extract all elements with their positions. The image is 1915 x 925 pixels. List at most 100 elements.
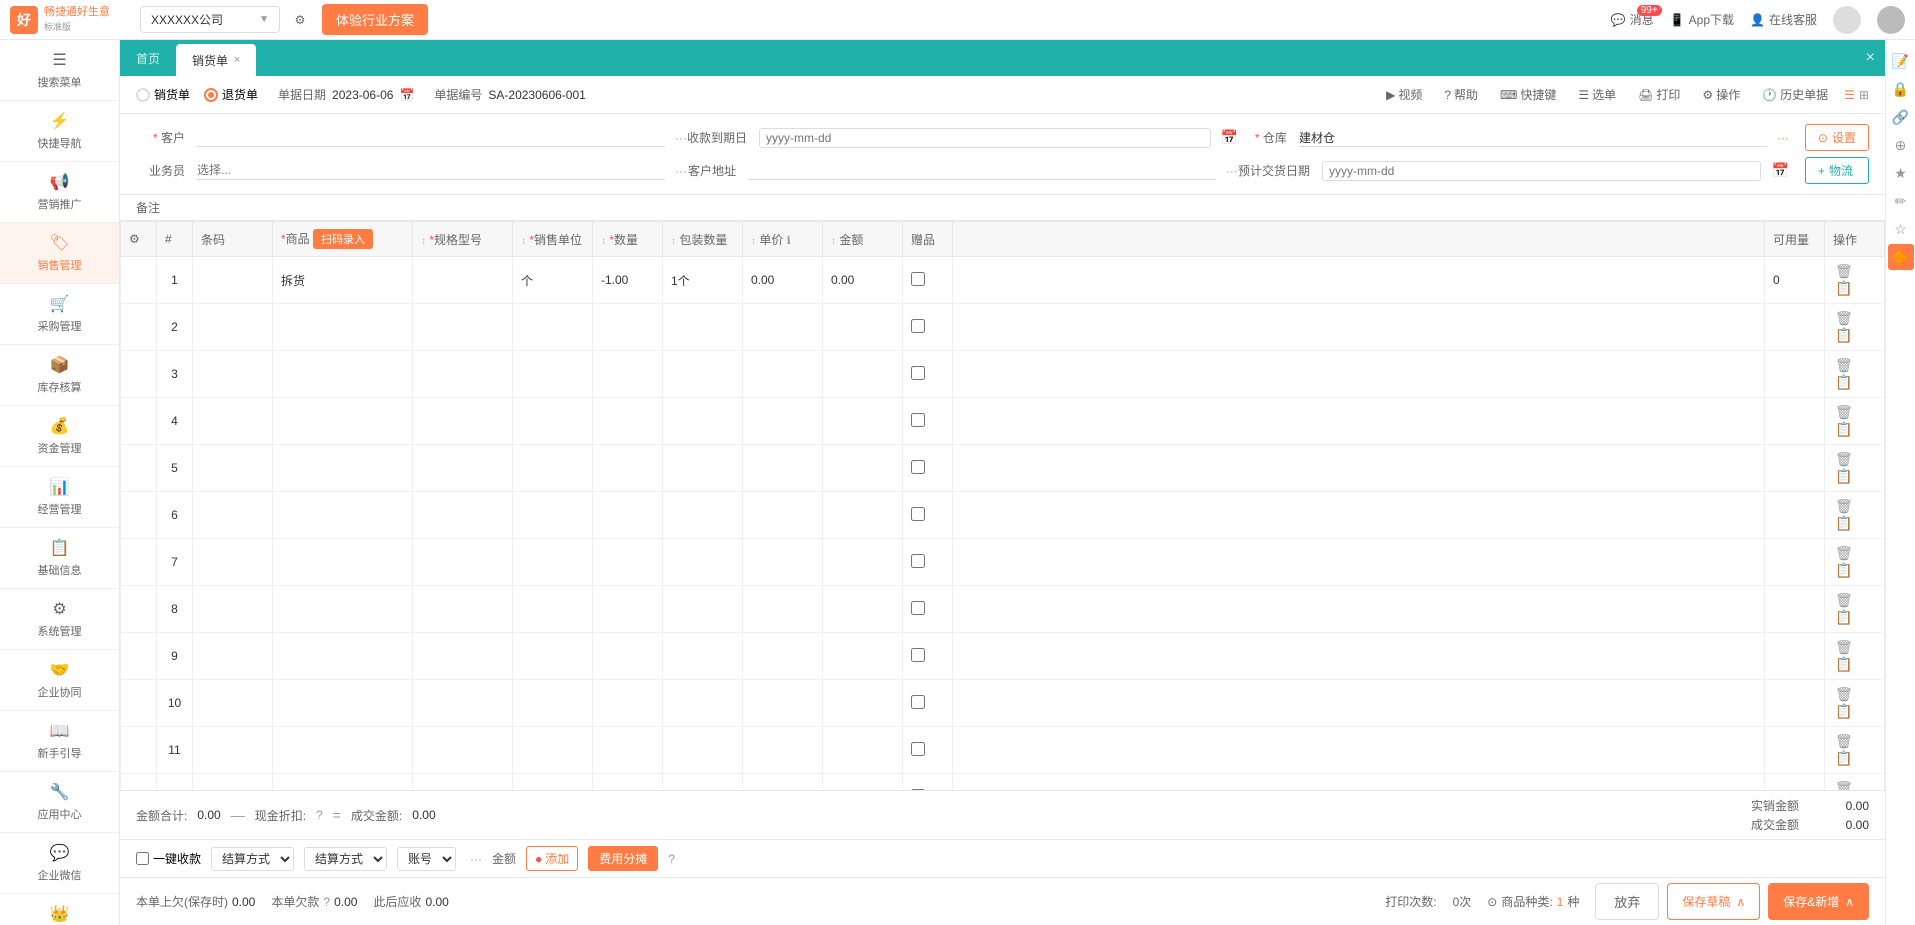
row-product-cell[interactable] xyxy=(273,492,413,539)
print-btn[interactable]: 🖨 打印 xyxy=(1632,84,1686,105)
delete-row-btn[interactable]: 🗑 xyxy=(1835,357,1853,373)
right-panel-note-icon[interactable]: 📝 xyxy=(1888,48,1914,74)
row-amount-cell[interactable] xyxy=(823,586,903,633)
row-gift-cell[interactable] xyxy=(903,492,953,539)
row-amount-cell[interactable]: 0.00 xyxy=(823,257,903,304)
row-packqty-cell[interactable] xyxy=(663,680,743,727)
sidebar-item-system[interactable]: ⚙ 系统管理 xyxy=(0,589,119,650)
row-gift-cell[interactable] xyxy=(903,257,953,304)
row-qty-cell[interactable] xyxy=(593,304,663,351)
gift-checkbox[interactable] xyxy=(911,507,925,521)
row-product-cell[interactable] xyxy=(273,351,413,398)
unit-sort-icon[interactable]: ↕ xyxy=(521,236,526,247)
row-amount-cell[interactable] xyxy=(823,539,903,586)
row-packqty-cell[interactable] xyxy=(663,445,743,492)
row-price-cell[interactable] xyxy=(743,633,823,680)
row-gift-cell[interactable] xyxy=(903,304,953,351)
delete-row-btn[interactable]: 🗑 xyxy=(1835,592,1853,608)
right-panel-lock-icon[interactable]: 🔒 xyxy=(1888,76,1914,102)
copy-row-btn[interactable]: 📋 xyxy=(1835,468,1852,484)
gift-checkbox[interactable] xyxy=(911,601,925,615)
radio-return-order[interactable]: 退货单 xyxy=(204,86,258,103)
row-packqty-cell[interactable] xyxy=(663,492,743,539)
row-price-cell[interactable] xyxy=(743,586,823,633)
row-amount-cell[interactable] xyxy=(823,774,903,791)
row-price-cell[interactable] xyxy=(743,351,823,398)
row-barcode-cell[interactable] xyxy=(193,398,273,445)
delete-row-btn[interactable]: 🗑 xyxy=(1835,310,1853,326)
copy-row-btn[interactable]: 📋 xyxy=(1835,656,1852,672)
sidebar-item-enterprise[interactable]: 🤝 企业协同 xyxy=(0,650,119,711)
gift-checkbox[interactable] xyxy=(911,742,925,756)
gift-checkbox[interactable] xyxy=(911,695,925,709)
row-barcode-cell[interactable] xyxy=(193,633,273,680)
copy-row-btn[interactable]: 📋 xyxy=(1835,280,1852,296)
fee-split-btn[interactable]: 费用分摊 xyxy=(588,846,658,871)
row-product-cell[interactable] xyxy=(273,633,413,680)
receivable-date-input[interactable] xyxy=(759,128,1211,148)
row-amount-cell[interactable] xyxy=(823,492,903,539)
user-avatar-2[interactable] xyxy=(1877,6,1905,34)
radio-sales-order[interactable]: 销货单 xyxy=(136,86,190,103)
total-owe-info-icon[interactable]: ? xyxy=(323,895,330,909)
row-barcode-cell[interactable] xyxy=(193,351,273,398)
layout-list-icon[interactable]: ☰ xyxy=(1844,88,1855,102)
row-barcode-cell[interactable] xyxy=(193,257,273,304)
sidebar-item-quick-nav[interactable]: ⚡ 快捷导航 xyxy=(0,101,119,162)
row-spec-cell[interactable] xyxy=(413,633,513,680)
row-amount-cell[interactable] xyxy=(823,398,903,445)
row-spec-cell[interactable] xyxy=(413,257,513,304)
row-price-cell[interactable] xyxy=(743,680,823,727)
row-spec-cell[interactable] xyxy=(413,539,513,586)
row-amount-cell[interactable] xyxy=(823,727,903,774)
qty-sort-icon[interactable]: ↕ xyxy=(601,236,606,247)
gift-checkbox[interactable] xyxy=(911,272,925,286)
row-packqty-cell[interactable]: 1个 xyxy=(663,257,743,304)
sidebar-item-search[interactable]: ☰ 搜索菜单 xyxy=(0,40,119,101)
row-packqty-cell[interactable] xyxy=(663,351,743,398)
row-amount-cell[interactable] xyxy=(823,445,903,492)
customer-more-icon[interactable]: ··· xyxy=(675,131,687,145)
pay-account-select[interactable]: 结算方式 xyxy=(304,847,387,871)
help-btn[interactable]: ? 帮助 xyxy=(1438,84,1484,105)
row-barcode-cell[interactable] xyxy=(193,492,273,539)
shortcut-btn[interactable]: ⌨ 快捷键 xyxy=(1494,84,1562,105)
row-spec-cell[interactable] xyxy=(413,774,513,791)
row-barcode-cell[interactable] xyxy=(193,304,273,351)
row-price-cell[interactable] xyxy=(743,445,823,492)
row-product-cell[interactable]: 拆货 xyxy=(273,257,413,304)
row-spec-cell[interactable] xyxy=(413,351,513,398)
copy-row-btn[interactable]: 📋 xyxy=(1835,703,1852,719)
copy-row-btn[interactable]: 📋 xyxy=(1835,562,1852,578)
copy-row-btn[interactable]: 📋 xyxy=(1835,374,1852,390)
doc-date-calendar-icon[interactable]: 📅 xyxy=(399,88,414,102)
delete-row-btn[interactable]: 🗑 xyxy=(1835,263,1853,279)
sidebar-item-apps[interactable]: 🔧 应用中心 xyxy=(0,772,119,833)
row-qty-cell[interactable]: -1.00 xyxy=(593,257,663,304)
row-amount-cell[interactable] xyxy=(823,633,903,680)
expected-date-calendar-icon[interactable]: 📅 xyxy=(1771,162,1788,179)
row-qty-cell[interactable] xyxy=(593,774,663,791)
online-service-button[interactable]: 👤 在线客服 xyxy=(1750,11,1817,28)
row-product-cell[interactable] xyxy=(273,727,413,774)
row-qty-cell[interactable] xyxy=(593,351,663,398)
window-close-icon[interactable]: × xyxy=(1866,49,1875,67)
delete-row-btn[interactable]: 🗑 xyxy=(1835,686,1853,702)
copy-row-btn[interactable]: 📋 xyxy=(1835,421,1852,437)
row-price-cell[interactable] xyxy=(743,727,823,774)
messages-button[interactable]: 💬 消息 99+ xyxy=(1611,11,1654,28)
delete-row-btn[interactable]: 🗑 xyxy=(1835,545,1853,561)
row-gift-cell[interactable] xyxy=(903,539,953,586)
add-payment-btn[interactable]: ● 添加 xyxy=(526,846,578,871)
row-price-cell[interactable] xyxy=(743,304,823,351)
row-price-cell[interactable]: 0.00 xyxy=(743,257,823,304)
tab-home[interactable]: 首页 xyxy=(120,40,176,76)
row-amount-cell[interactable] xyxy=(823,680,903,727)
company-settings-icon[interactable]: ⚙ xyxy=(286,6,314,34)
row-gift-cell[interactable] xyxy=(903,774,953,791)
warehouse-input[interactable] xyxy=(1299,128,1767,147)
delete-row-btn[interactable]: 🗑 xyxy=(1835,780,1853,790)
row-product-cell[interactable] xyxy=(273,539,413,586)
sidebar-item-member[interactable]: 👑 畅会员 xyxy=(0,894,119,925)
video-btn[interactable]: ▶ 视频 xyxy=(1380,84,1428,105)
